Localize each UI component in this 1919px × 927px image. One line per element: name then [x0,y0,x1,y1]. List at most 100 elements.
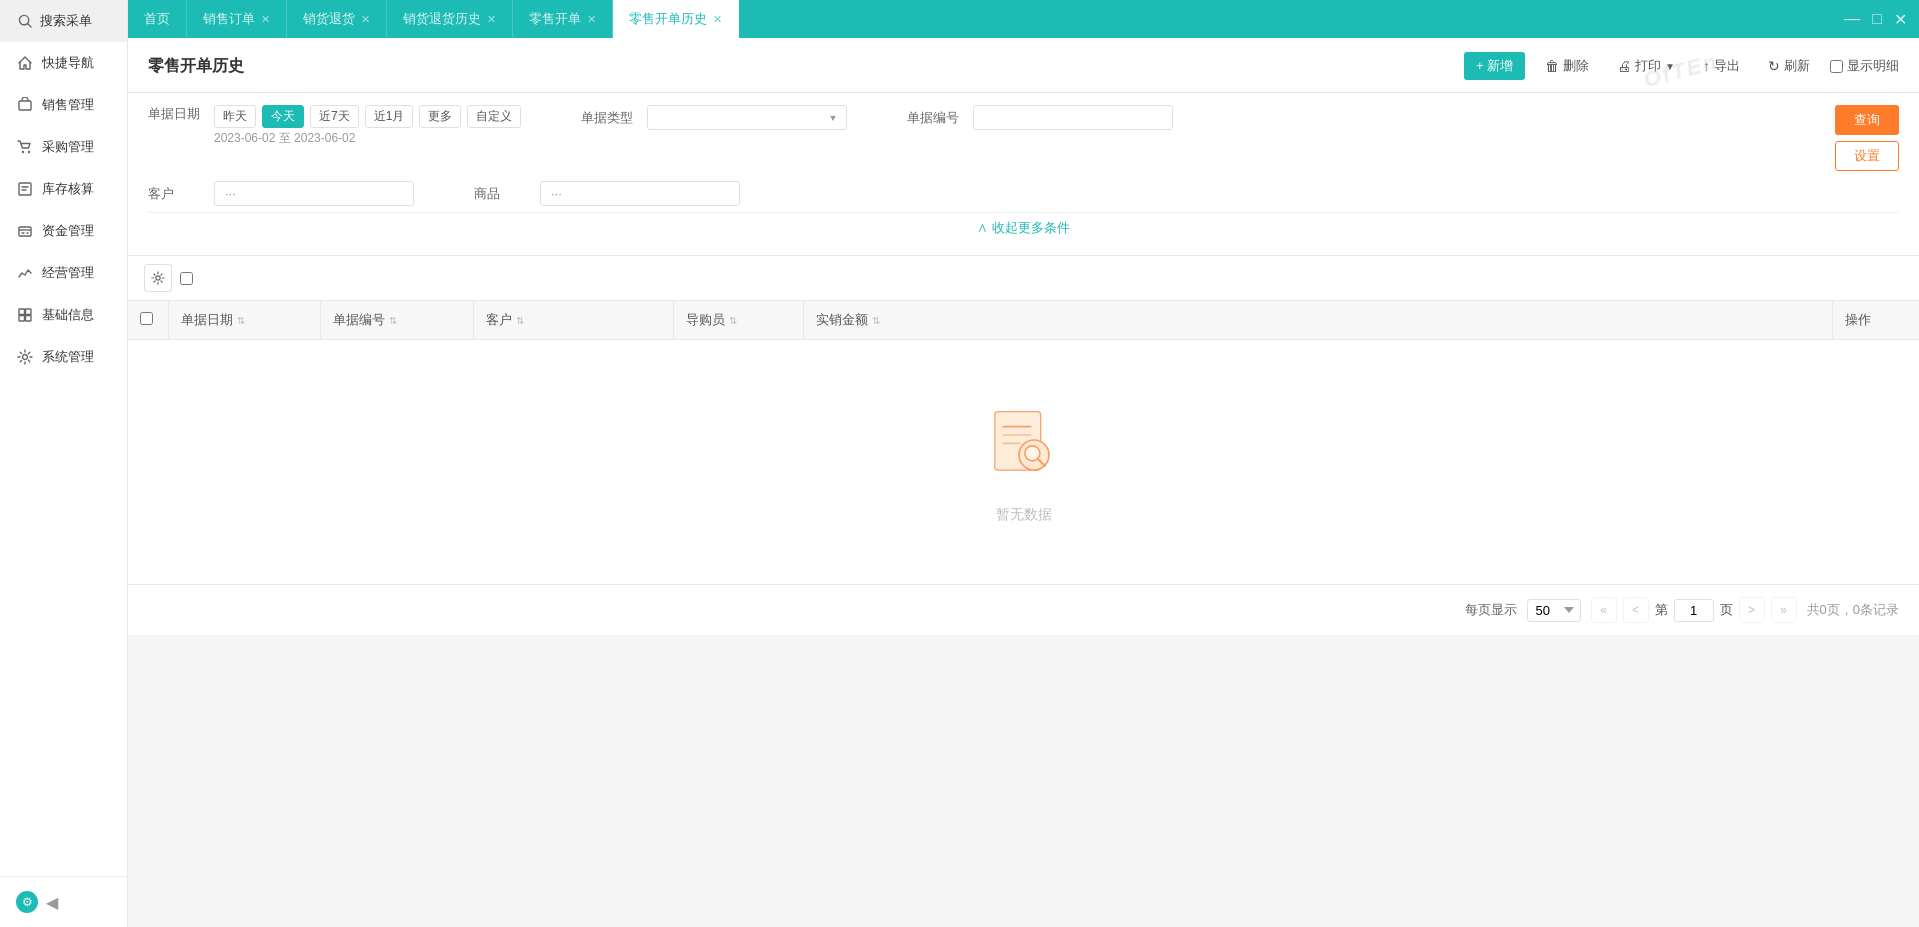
tab-retail-open[interactable]: 零售开单 ✕ [513,0,613,38]
th-customer-label: 客户 [486,311,512,329]
export-button[interactable]: ↑ 导出 [1695,53,1748,79]
sidebar-search[interactable]: 搜索采单 [0,0,127,42]
refresh-button[interactable]: ↻ 刷新 [1760,53,1818,79]
table-toolbar [128,256,1919,301]
sidebar-item-operations[interactable]: 经营管理 [0,252,127,294]
customer-input[interactable]: ··· [214,181,414,206]
more-date-btn[interactable]: 更多 [419,105,461,128]
tab-retail-history-close[interactable]: ✕ [713,13,722,26]
first-page-btn[interactable]: « [1591,597,1617,623]
refresh-icon: ↻ [1768,58,1780,74]
yesterday-btn[interactable]: 昨天 [214,105,256,128]
page-title-row: 零售开单历史 + 新增 🗑 删除 🖨 打印 ▼ ↑ 导出 [148,52,1899,80]
collapse-filter-btn[interactable]: ∧ 收起更多条件 [971,213,1076,243]
home-icon [16,54,34,72]
tab-return-history[interactable]: 销货退货历史 ✕ [387,0,513,38]
sort-amount-icon[interactable]: ⇅ [872,315,880,326]
empty-text: 暂无数据 [996,506,1052,524]
date-buttons: 昨天 今天 近7天 近1月 更多 自定义 [214,105,521,128]
print-icon: 🖨 [1617,58,1631,74]
sidebar-label-quick-nav: 快捷导航 [42,54,94,72]
svg-rect-10 [26,316,32,322]
tab-retail-open-close[interactable]: ✕ [587,13,596,26]
th-action-label: 操作 [1845,312,1871,327]
delete-button[interactable]: 🗑 删除 [1537,53,1597,79]
sidebar-label-inventory: 库存核算 [42,180,94,198]
last-month-btn[interactable]: 近1月 [365,105,414,128]
sidebar-item-sys-mgmt[interactable]: 系统管理 [0,336,127,378]
date-filter-label: 单据日期 [148,105,204,123]
query-button[interactable]: 查询 [1835,105,1899,135]
setting-button[interactable]: 设置 [1835,141,1899,171]
sidebar-item-finance[interactable]: 资金管理 [0,210,127,252]
tab-sales-order-close[interactable]: ✕ [261,13,270,26]
tab-retail-history-label: 零售开单历史 [629,10,707,28]
page-input[interactable] [1674,599,1714,622]
sidebar-item-quick-nav[interactable]: 快捷导航 [0,42,127,84]
sort-date-icon[interactable]: ⇅ [237,315,245,326]
svg-point-12 [156,276,160,280]
doc-type-select[interactable] [647,105,847,130]
tab-retail-history[interactable]: 零售开单历史 ✕ [613,0,739,38]
last7-btn[interactable]: 近7天 [310,105,359,128]
finance-icon [16,222,34,240]
th-salesperson: 导购员 ⇅ [673,301,803,340]
svg-rect-9 [19,316,25,322]
tab-sales-return[interactable]: 销货退货 ✕ [287,0,387,38]
delete-icon: 🗑 [1545,58,1559,74]
page-label: 第 [1655,601,1668,619]
table-settings-btn[interactable] [144,264,172,292]
tab-return-history-close[interactable]: ✕ [487,13,496,26]
next-page-btn[interactable]: > [1739,597,1765,623]
svg-rect-7 [19,309,25,315]
custom-date-btn[interactable]: 自定义 [467,105,521,128]
maximize-btn[interactable]: □ [1872,10,1882,28]
page-suffix: 页 [1720,601,1733,619]
sidebar-item-basic-info[interactable]: 基础信息 [0,294,127,336]
per-page-select[interactable]: 50 10 20 100 [1527,599,1581,622]
filter-area: 单据日期 昨天 今天 近7天 近1月 更多 自定义 2023-06-02 至 2… [128,93,1919,256]
select-all-checkbox[interactable] [180,272,193,285]
sidebar-search-label: 搜索采单 [40,12,92,30]
doc-type-wrapper [647,105,847,130]
th-salesperson-label: 导购员 [686,311,725,329]
close-btn[interactable]: ✕ [1894,10,1907,29]
sidebar-item-inventory[interactable]: 库存核算 [0,168,127,210]
sales-icon [16,96,34,114]
today-btn[interactable]: 今天 [262,105,304,128]
last-page-btn[interactable]: » [1771,597,1797,623]
tab-sales-order[interactable]: 销售订单 ✕ [187,0,287,38]
doc-no-input[interactable] [973,105,1173,130]
tab-home[interactable]: 首页 [128,0,187,38]
th-amount: 实销金额 ⇅ [804,301,1833,340]
svg-point-11 [23,355,28,360]
thead-checkbox[interactable] [140,312,153,325]
main-area: 首页 销售订单 ✕ 销货退货 ✕ 销货退货历史 ✕ 零售开单 ✕ 零售开单历史 … [128,0,1919,927]
svg-rect-2 [19,101,31,110]
tab-sales-return-close[interactable]: ✕ [361,13,370,26]
display-detail-checkbox[interactable] [1830,60,1843,73]
sort-customer-icon[interactable]: ⇅ [516,315,524,326]
minimize-btn[interactable]: — [1844,10,1860,28]
print-button[interactable]: 🖨 打印 ▼ [1609,53,1683,79]
collapse-btn[interactable]: ◀ [46,893,58,912]
display-detail-toggle[interactable]: 显示明细 [1830,57,1899,75]
page-navigation: « < 第 页 > » [1591,597,1797,623]
tab-sales-order-label: 销售订单 [203,10,255,28]
svg-point-3 [22,151,24,153]
new-button[interactable]: + 新增 [1464,52,1525,80]
prev-page-btn[interactable]: < [1623,597,1649,623]
svg-point-4 [28,151,30,153]
settings-btn[interactable]: ⚙ [16,891,38,913]
basic-icon [16,306,34,324]
product-input[interactable]: ··· [540,181,740,206]
sidebar-item-sales-mgmt[interactable]: 销售管理 [0,84,127,126]
tab-retail-open-label: 零售开单 [529,10,581,28]
sidebar-item-purchase-mgmt[interactable]: 采购管理 [0,126,127,168]
sort-salesperson-icon[interactable]: ⇅ [729,315,737,326]
sidebar-label-purchase: 采购管理 [42,138,94,156]
sidebar: 搜索采单 快捷导航 销售管理 采购管理 [0,0,128,927]
tab-return-history-label: 销货退货历史 [403,10,481,28]
sort-no-icon[interactable]: ⇅ [389,315,397,326]
window-controls: — □ ✕ [1844,10,1919,29]
